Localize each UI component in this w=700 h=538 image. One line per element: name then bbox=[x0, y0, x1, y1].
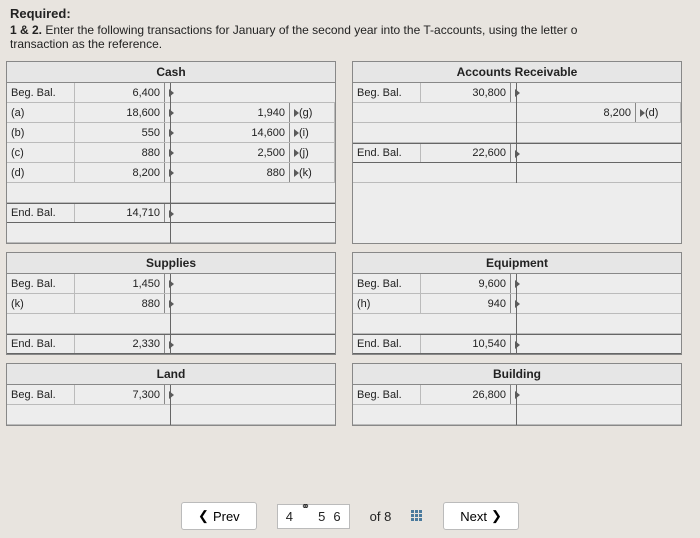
row-label[interactable]: (k) bbox=[7, 294, 75, 313]
row-label[interactable]: (d) bbox=[641, 103, 681, 122]
row-value[interactable]: 26,800 bbox=[421, 385, 510, 404]
row-label[interactable]: (j) bbox=[295, 143, 335, 162]
dropdown-icon[interactable] bbox=[164, 294, 170, 313]
dropdown-icon[interactable] bbox=[635, 103, 641, 122]
next-label: Next bbox=[460, 509, 487, 524]
row-label[interactable]: (d) bbox=[7, 163, 75, 182]
row-label[interactable]: (h) bbox=[353, 294, 421, 313]
t-account-equipment: Equipment Beg. Bal.9,600 (h)940 End. Bal… bbox=[352, 252, 682, 355]
pager-bar: ❮ Prev 4 ⚭ 5 6 of 8 Next ❯ bbox=[0, 502, 700, 530]
chevron-left-icon: ❮ bbox=[198, 508, 209, 524]
account-title: Land bbox=[7, 364, 335, 385]
dropdown-icon[interactable] bbox=[164, 204, 170, 222]
dropdown-icon[interactable] bbox=[289, 123, 295, 142]
t-account-cash: Cash Beg. Bal.6,400 (a)18,600 (b)550 (c)… bbox=[6, 61, 336, 244]
row-value[interactable]: 8,200 bbox=[75, 163, 164, 182]
dropdown-icon[interactable] bbox=[164, 274, 170, 293]
dropdown-icon[interactable] bbox=[164, 103, 170, 122]
dropdown-icon[interactable] bbox=[164, 143, 170, 162]
end-bal-label: End. Bal. bbox=[353, 144, 421, 162]
end-bal-value[interactable]: 22,600 bbox=[421, 144, 510, 162]
grid-icon[interactable] bbox=[411, 510, 423, 522]
row-value[interactable]: 7,300 bbox=[75, 385, 164, 404]
end-bal-value[interactable]: 14,710 bbox=[75, 204, 164, 222]
row-value[interactable]: 940 bbox=[421, 294, 510, 313]
row-value[interactable]: 18,600 bbox=[75, 103, 164, 122]
end-bal-label: End. Bal. bbox=[7, 204, 75, 222]
row-label: Beg. Bal. bbox=[7, 385, 75, 404]
row-value[interactable]: 880 bbox=[171, 163, 289, 182]
dropdown-icon[interactable] bbox=[510, 385, 516, 404]
instructions-line2: transaction as the reference. bbox=[10, 37, 162, 51]
row-value[interactable]: 6,400 bbox=[75, 83, 164, 102]
row-value[interactable]: 880 bbox=[75, 294, 164, 313]
page-num: 6 bbox=[333, 509, 340, 524]
row-value[interactable]: 30,800 bbox=[421, 83, 510, 102]
row-label[interactable]: (i) bbox=[295, 123, 335, 142]
row-label[interactable]: (a) bbox=[7, 103, 75, 122]
dropdown-icon[interactable] bbox=[510, 274, 516, 293]
dropdown-icon[interactable] bbox=[289, 143, 295, 162]
t-account-accounts-receivable: Accounts Receivable Beg. Bal.30,800 End.… bbox=[352, 61, 682, 244]
dropdown-icon[interactable] bbox=[164, 385, 170, 404]
prev-button[interactable]: ❮ Prev bbox=[181, 502, 257, 530]
row-label: Beg. Bal. bbox=[353, 274, 421, 293]
row-value[interactable]: 1,450 bbox=[75, 274, 164, 293]
page-indicator[interactable]: 4 ⚭ 5 6 bbox=[277, 504, 350, 529]
dropdown-icon[interactable] bbox=[510, 294, 516, 313]
chevron-right-icon: ❯ bbox=[491, 508, 502, 524]
dropdown-icon[interactable] bbox=[510, 335, 516, 353]
end-bal-value[interactable]: 10,540 bbox=[421, 335, 510, 353]
account-title: Building bbox=[353, 364, 681, 385]
end-bal-value[interactable]: 2,330 bbox=[75, 335, 164, 353]
page-num: 5 bbox=[318, 509, 325, 524]
row-value[interactable]: 550 bbox=[75, 123, 164, 142]
row-label[interactable]: (c) bbox=[7, 143, 75, 162]
t-account-building: Building Beg. Bal.26,800 bbox=[352, 363, 682, 426]
page-num: 4 bbox=[286, 509, 293, 524]
row-label: Beg. Bal. bbox=[7, 83, 75, 102]
link-icon: ⚭ bbox=[301, 500, 310, 513]
instructions-line1: Enter the following transactions for Jan… bbox=[45, 23, 577, 37]
row-label[interactable]: (g) bbox=[295, 103, 335, 122]
row-value[interactable]: 1,940 bbox=[171, 103, 289, 122]
t-account-land: Land Beg. Bal.7,300 bbox=[6, 363, 336, 426]
required-label: Required: bbox=[10, 6, 690, 21]
row-label: Beg. Bal. bbox=[353, 83, 421, 102]
dropdown-icon[interactable] bbox=[510, 144, 516, 162]
account-title: Cash bbox=[7, 62, 335, 83]
dropdown-icon[interactable] bbox=[164, 163, 170, 182]
row-label[interactable]: (b) bbox=[7, 123, 75, 142]
dropdown-icon[interactable] bbox=[164, 123, 170, 142]
t-account-supplies: Supplies Beg. Bal.1,450 (k)880 End. Bal.… bbox=[6, 252, 336, 355]
account-title: Accounts Receivable bbox=[353, 62, 681, 83]
account-title: Equipment bbox=[353, 253, 681, 274]
dropdown-icon[interactable] bbox=[164, 83, 170, 102]
row-label: Beg. Bal. bbox=[7, 274, 75, 293]
dropdown-icon[interactable] bbox=[164, 335, 170, 353]
end-bal-label: End. Bal. bbox=[353, 335, 421, 353]
row-value[interactable]: 14,600 bbox=[171, 123, 289, 142]
end-bal-label: End. Bal. bbox=[7, 335, 75, 353]
row-value[interactable]: 9,600 bbox=[421, 274, 510, 293]
row-label[interactable]: (k) bbox=[295, 163, 335, 182]
next-button[interactable]: Next ❯ bbox=[443, 502, 519, 530]
row-value[interactable]: 880 bbox=[75, 143, 164, 162]
row-label: Beg. Bal. bbox=[353, 385, 421, 404]
page-of: of 8 bbox=[370, 509, 392, 524]
row-value[interactable]: 8,200 bbox=[517, 103, 635, 122]
instructions-header: Required: 1 & 2. Enter the following tra… bbox=[0, 0, 700, 61]
row-value[interactable]: 2,500 bbox=[171, 143, 289, 162]
dropdown-icon[interactable] bbox=[289, 103, 295, 122]
t-accounts-grid: Cash Beg. Bal.6,400 (a)18,600 (b)550 (c)… bbox=[0, 61, 700, 426]
account-title: Supplies bbox=[7, 253, 335, 274]
prev-label: Prev bbox=[213, 509, 240, 524]
dropdown-icon[interactable] bbox=[510, 83, 516, 102]
instructions-num: 1 & 2. bbox=[10, 23, 42, 37]
dropdown-icon[interactable] bbox=[289, 163, 295, 182]
instructions-text: 1 & 2. Enter the following transactions … bbox=[10, 23, 690, 51]
